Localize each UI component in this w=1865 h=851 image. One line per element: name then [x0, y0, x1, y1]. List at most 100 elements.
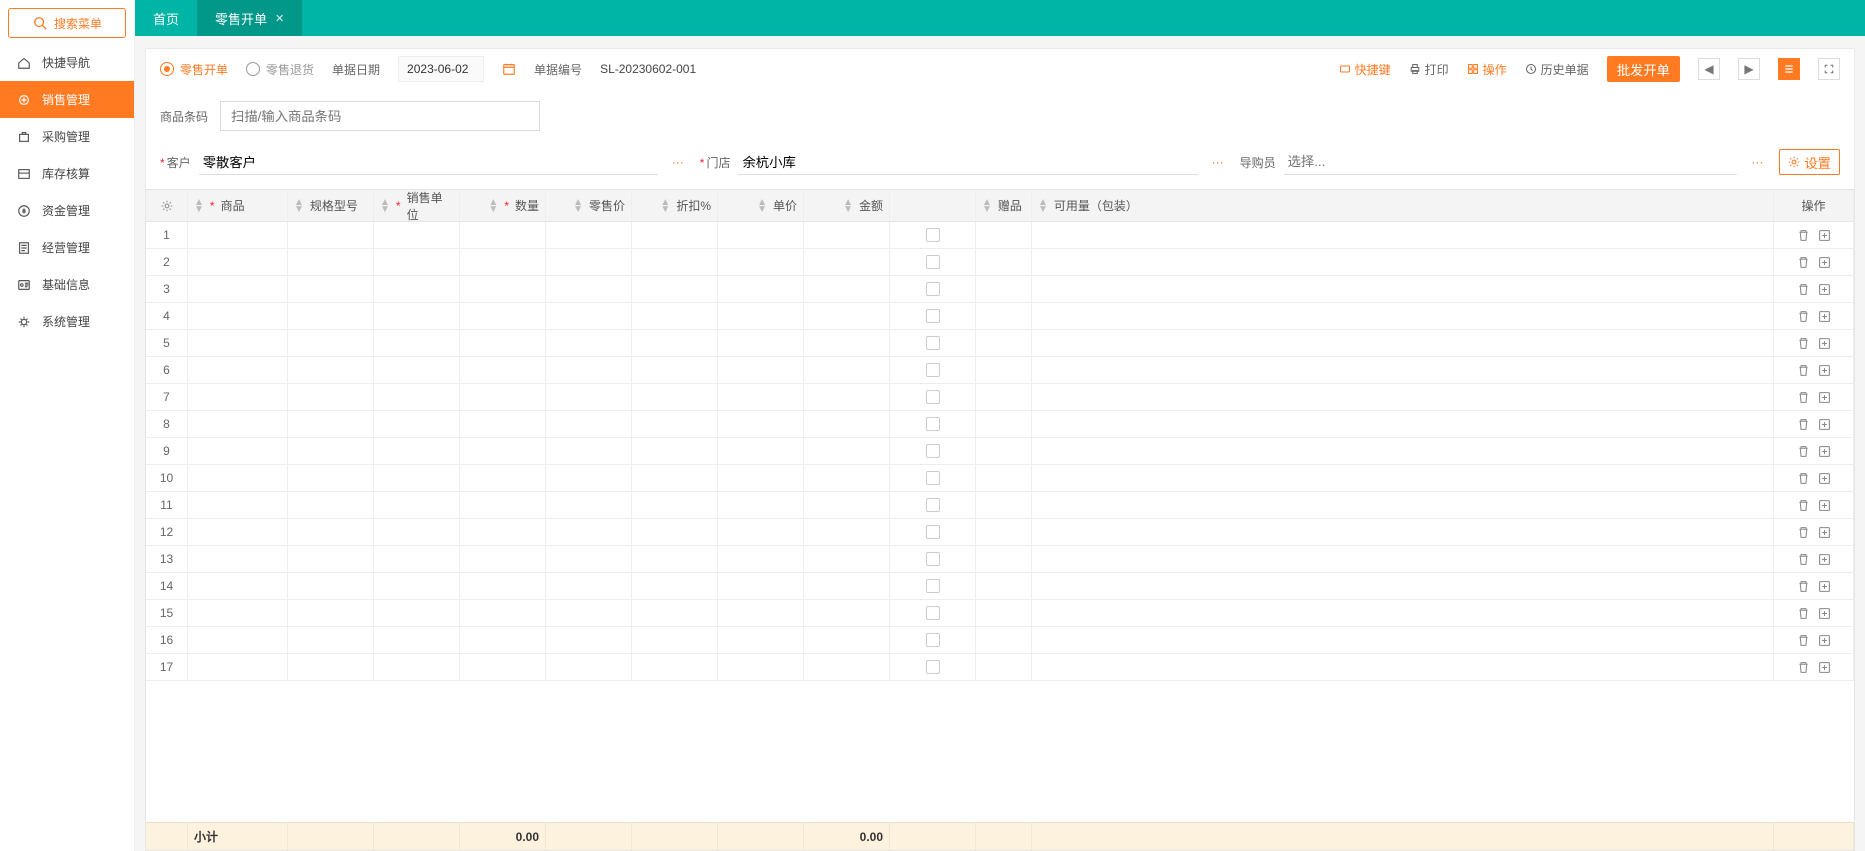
- cell-price[interactable]: [718, 330, 804, 356]
- cell-spec[interactable]: [288, 546, 374, 572]
- cell-price[interactable]: [718, 249, 804, 275]
- cell-spec[interactable]: [288, 573, 374, 599]
- cell-discount[interactable]: [632, 573, 718, 599]
- cell-available[interactable]: [1032, 600, 1774, 626]
- guide-lookup-button[interactable]: ···: [1745, 155, 1769, 169]
- cell-amount[interactable]: [804, 546, 890, 572]
- sidebar-item-business[interactable]: 经营管理: [0, 229, 134, 266]
- add-row-button[interactable]: [1818, 499, 1831, 512]
- cell-discount[interactable]: [632, 411, 718, 437]
- cell-discount[interactable]: [632, 654, 718, 680]
- table-row[interactable]: 8: [146, 411, 1854, 438]
- cell-available[interactable]: [1032, 546, 1774, 572]
- cell-gift[interactable]: [976, 438, 1032, 464]
- cell-discount[interactable]: [632, 546, 718, 572]
- cell-amount[interactable]: [804, 654, 890, 680]
- cell-retailprice[interactable]: [546, 519, 632, 545]
- checkbox-icon[interactable]: [926, 471, 940, 485]
- cell-qty[interactable]: [460, 519, 546, 545]
- add-row-button[interactable]: [1818, 229, 1831, 242]
- history-link[interactable]: 历史单据: [1525, 61, 1589, 78]
- tab-home[interactable]: 首页: [135, 0, 197, 36]
- delete-row-button[interactable]: [1797, 337, 1810, 350]
- cell-qty[interactable]: [460, 411, 546, 437]
- add-row-button[interactable]: [1818, 553, 1831, 566]
- col-gear[interactable]: [146, 190, 188, 221]
- cell-discount[interactable]: [632, 492, 718, 518]
- cell-unit[interactable]: [374, 546, 460, 572]
- table-row[interactable]: 9: [146, 438, 1854, 465]
- delete-row-button[interactable]: [1797, 553, 1810, 566]
- cell-price[interactable]: [718, 465, 804, 491]
- sidebar-item-baseinfo[interactable]: 基础信息: [0, 266, 134, 303]
- cell-unit[interactable]: [374, 627, 460, 653]
- cell-gift-check[interactable]: [890, 276, 976, 302]
- cell-gift[interactable]: [976, 546, 1032, 572]
- cell-product[interactable]: [188, 573, 288, 599]
- delete-row-button[interactable]: [1797, 661, 1810, 674]
- cell-gift[interactable]: [976, 411, 1032, 437]
- cell-spec[interactable]: [288, 276, 374, 302]
- add-row-button[interactable]: [1818, 634, 1831, 647]
- cell-gift-check[interactable]: [890, 249, 976, 275]
- cell-retailprice[interactable]: [546, 438, 632, 464]
- cell-discount[interactable]: [632, 438, 718, 464]
- cell-gift[interactable]: [976, 276, 1032, 302]
- checkbox-icon[interactable]: [926, 363, 940, 377]
- cell-qty[interactable]: [460, 654, 546, 680]
- cell-qty[interactable]: [460, 384, 546, 410]
- cell-gift[interactable]: [976, 492, 1032, 518]
- cell-product[interactable]: [188, 276, 288, 302]
- add-row-button[interactable]: [1818, 526, 1831, 539]
- cell-retailprice[interactable]: [546, 276, 632, 302]
- cell-gift-check[interactable]: [890, 438, 976, 464]
- add-row-button[interactable]: [1818, 418, 1831, 431]
- cell-amount[interactable]: [804, 465, 890, 491]
- cell-price[interactable]: [718, 600, 804, 626]
- col-qty[interactable]: ▲▼*数量: [460, 190, 546, 221]
- cell-available[interactable]: [1032, 330, 1774, 356]
- cell-available[interactable]: [1032, 411, 1774, 437]
- cell-qty[interactable]: [460, 492, 546, 518]
- checkbox-icon[interactable]: [926, 228, 940, 242]
- cell-unit[interactable]: [374, 654, 460, 680]
- checkbox-icon[interactable]: [926, 633, 940, 647]
- batch-create-button[interactable]: 批发开单: [1607, 56, 1680, 82]
- col-retailprice[interactable]: ▲▼零售价: [546, 190, 632, 221]
- delete-row-button[interactable]: [1797, 499, 1810, 512]
- prev-button[interactable]: ◀: [1698, 58, 1720, 80]
- cell-gift[interactable]: [976, 627, 1032, 653]
- cell-amount[interactable]: [804, 249, 890, 275]
- cell-discount[interactable]: [632, 600, 718, 626]
- cell-unit[interactable]: [374, 303, 460, 329]
- delete-row-button[interactable]: [1797, 445, 1810, 458]
- cell-gift-check[interactable]: [890, 465, 976, 491]
- cell-qty[interactable]: [460, 249, 546, 275]
- cell-available[interactable]: [1032, 573, 1774, 599]
- cell-gift-check[interactable]: [890, 627, 976, 653]
- cell-available[interactable]: [1032, 465, 1774, 491]
- cell-amount[interactable]: [804, 222, 890, 248]
- cell-retailprice[interactable]: [546, 627, 632, 653]
- cell-amount[interactable]: [804, 411, 890, 437]
- cell-spec[interactable]: [288, 627, 374, 653]
- table-row[interactable]: 4: [146, 303, 1854, 330]
- cell-gift-check[interactable]: [890, 519, 976, 545]
- col-spec[interactable]: ▲▼规格型号: [288, 190, 374, 221]
- cell-unit[interactable]: [374, 573, 460, 599]
- cell-price[interactable]: [718, 384, 804, 410]
- cell-gift-check[interactable]: [890, 384, 976, 410]
- checkbox-icon[interactable]: [926, 579, 940, 593]
- cell-unit[interactable]: [374, 330, 460, 356]
- checkbox-icon[interactable]: [926, 282, 940, 296]
- cell-product[interactable]: [188, 384, 288, 410]
- guide-input[interactable]: [1284, 149, 1738, 175]
- delete-row-button[interactable]: [1797, 634, 1810, 647]
- cell-qty[interactable]: [460, 573, 546, 599]
- cell-amount[interactable]: [804, 519, 890, 545]
- operate-link[interactable]: 操作: [1467, 61, 1507, 78]
- cell-available[interactable]: [1032, 654, 1774, 680]
- add-row-button[interactable]: [1818, 661, 1831, 674]
- cell-gift[interactable]: [976, 303, 1032, 329]
- cell-gift-check[interactable]: [890, 357, 976, 383]
